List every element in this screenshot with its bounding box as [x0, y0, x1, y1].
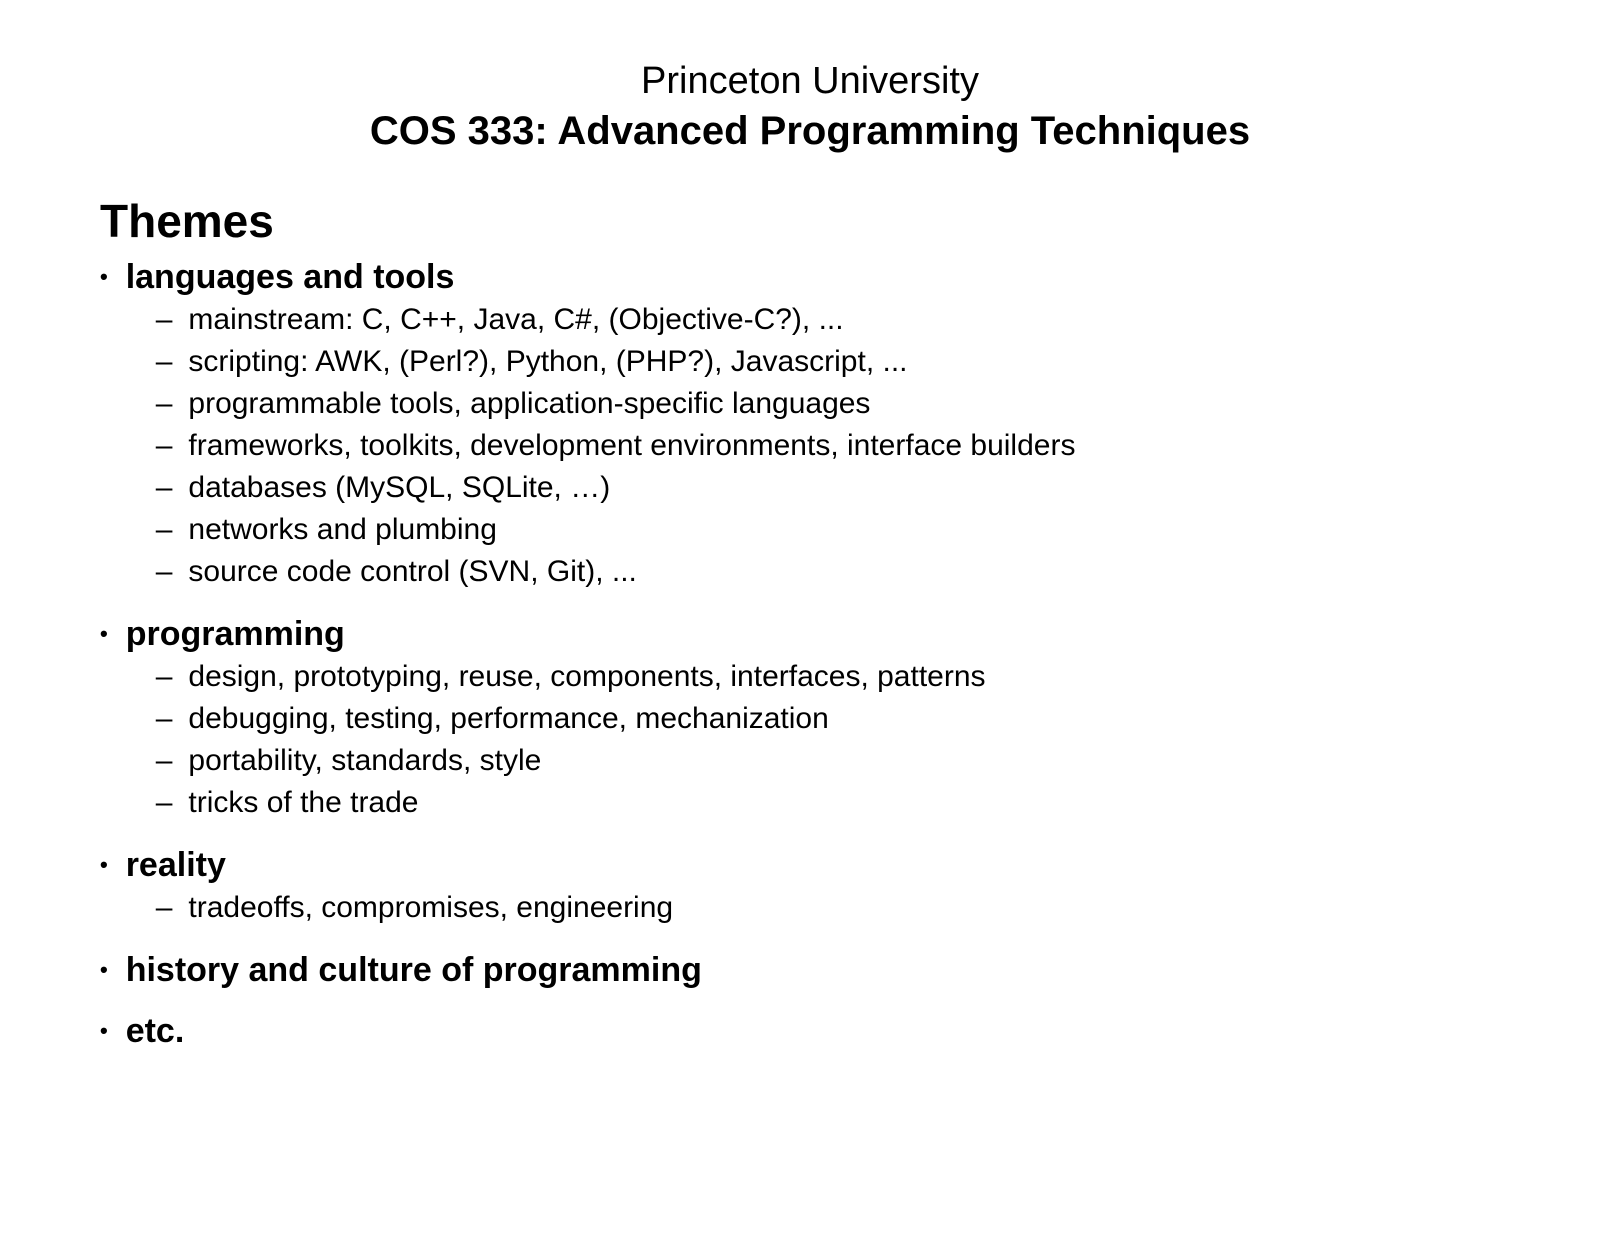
subtopic-text: tradeoffs, compromises, engineering	[188, 891, 673, 925]
subtopic-text: design, prototyping, reuse, components, …	[188, 660, 985, 694]
list-item: • languages and tools – mainstream: C, C…	[100, 258, 1540, 597]
subtopic-text: networks and plumbing	[188, 513, 497, 547]
university-name: Princeton University	[80, 60, 1540, 103]
bullet-icon: •	[100, 264, 108, 290]
dash-icon: –	[156, 555, 173, 589]
item-content: reality – tradeoffs, compromises, engine…	[126, 846, 1540, 933]
list-item: – programmable tools, application-specif…	[156, 387, 1540, 421]
dash-icon: –	[156, 345, 173, 379]
topic-label: history and culture of programming	[126, 951, 1540, 990]
list-item: – debugging, testing, performance, mecha…	[156, 702, 1540, 736]
list-item: – networks and plumbing	[156, 513, 1540, 547]
bullet-icon: •	[100, 621, 108, 647]
list-item: – tradeoffs, compromises, engineering	[156, 891, 1540, 925]
subtopic-text: frameworks, toolkits, development enviro…	[188, 429, 1075, 463]
dash-icon: –	[156, 702, 173, 736]
list-item: – scripting: AWK, (Perl?), Python, (PHP?…	[156, 345, 1540, 379]
list-item: – tricks of the trade	[156, 786, 1540, 820]
page-container: Princeton University COS 333: Advanced P…	[80, 40, 1540, 1055]
list-item: – databases (MySQL, SQLite, …)	[156, 471, 1540, 505]
dash-icon: –	[156, 429, 173, 463]
item-content: programming – design, prototyping, reuse…	[126, 615, 1540, 828]
topic-label: languages and tools	[126, 258, 1540, 297]
topic-label: programming	[126, 615, 1540, 654]
item-content: history and culture of programming	[126, 951, 1540, 994]
dash-icon: –	[156, 786, 173, 820]
dash-icon: –	[156, 891, 173, 925]
subtopic-text: mainstream: C, C++, Java, C#, (Objective…	[188, 303, 843, 337]
item-content: languages and tools – mainstream: C, C++…	[126, 258, 1540, 597]
bullet-icon: •	[100, 957, 108, 983]
subtopic-text: source code control (SVN, Git), ...	[188, 555, 637, 589]
section-title: Themes	[100, 194, 1540, 248]
bullet-icon: •	[100, 852, 108, 878]
dash-icon: –	[156, 513, 173, 547]
subtopic-text: debugging, testing, performance, mechani…	[188, 702, 828, 736]
topic-label: reality	[126, 846, 1540, 885]
subtopic-text: databases (MySQL, SQLite, …)	[188, 471, 610, 505]
dash-icon: –	[156, 387, 173, 421]
list-item: • etc.	[100, 1012, 1540, 1055]
list-item: • programming – design, prototyping, reu…	[100, 615, 1540, 828]
list-item: – frameworks, toolkits, development envi…	[156, 429, 1540, 463]
page-header: Princeton University COS 333: Advanced P…	[80, 40, 1540, 154]
dash-icon: –	[156, 660, 173, 694]
item-content: etc.	[126, 1012, 1540, 1055]
subtopic-text: scripting: AWK, (Perl?), Python, (PHP?),…	[188, 345, 907, 379]
subtopics-list: – design, prototyping, reuse, components…	[156, 660, 1540, 820]
dash-icon: –	[156, 744, 173, 778]
course-title: COS 333: Advanced Programming Techniques	[80, 109, 1540, 154]
list-item: – mainstream: C, C++, Java, C#, (Objecti…	[156, 303, 1540, 337]
dash-icon: –	[156, 471, 173, 505]
topics-list: • languages and tools – mainstream: C, C…	[100, 258, 1540, 1055]
bullet-icon: •	[100, 1018, 108, 1044]
list-item: • history and culture of programming	[100, 951, 1540, 994]
main-content: Themes • languages and tools – mainstrea…	[80, 194, 1540, 1055]
list-item: – source code control (SVN, Git), ...	[156, 555, 1540, 589]
list-item: – design, prototyping, reuse, components…	[156, 660, 1540, 694]
subtopics-list: – mainstream: C, C++, Java, C#, (Objecti…	[156, 303, 1540, 589]
list-item: – portability, standards, style	[156, 744, 1540, 778]
subtopic-text: programmable tools, application-specific…	[188, 387, 870, 421]
topic-label: etc.	[126, 1012, 1540, 1051]
list-item: • reality – tradeoffs, compromises, engi…	[100, 846, 1540, 933]
subtopics-list: – tradeoffs, compromises, engineering	[156, 891, 1540, 925]
subtopic-text: portability, standards, style	[188, 744, 541, 778]
subtopic-text: tricks of the trade	[188, 786, 418, 820]
dash-icon: –	[156, 303, 173, 337]
